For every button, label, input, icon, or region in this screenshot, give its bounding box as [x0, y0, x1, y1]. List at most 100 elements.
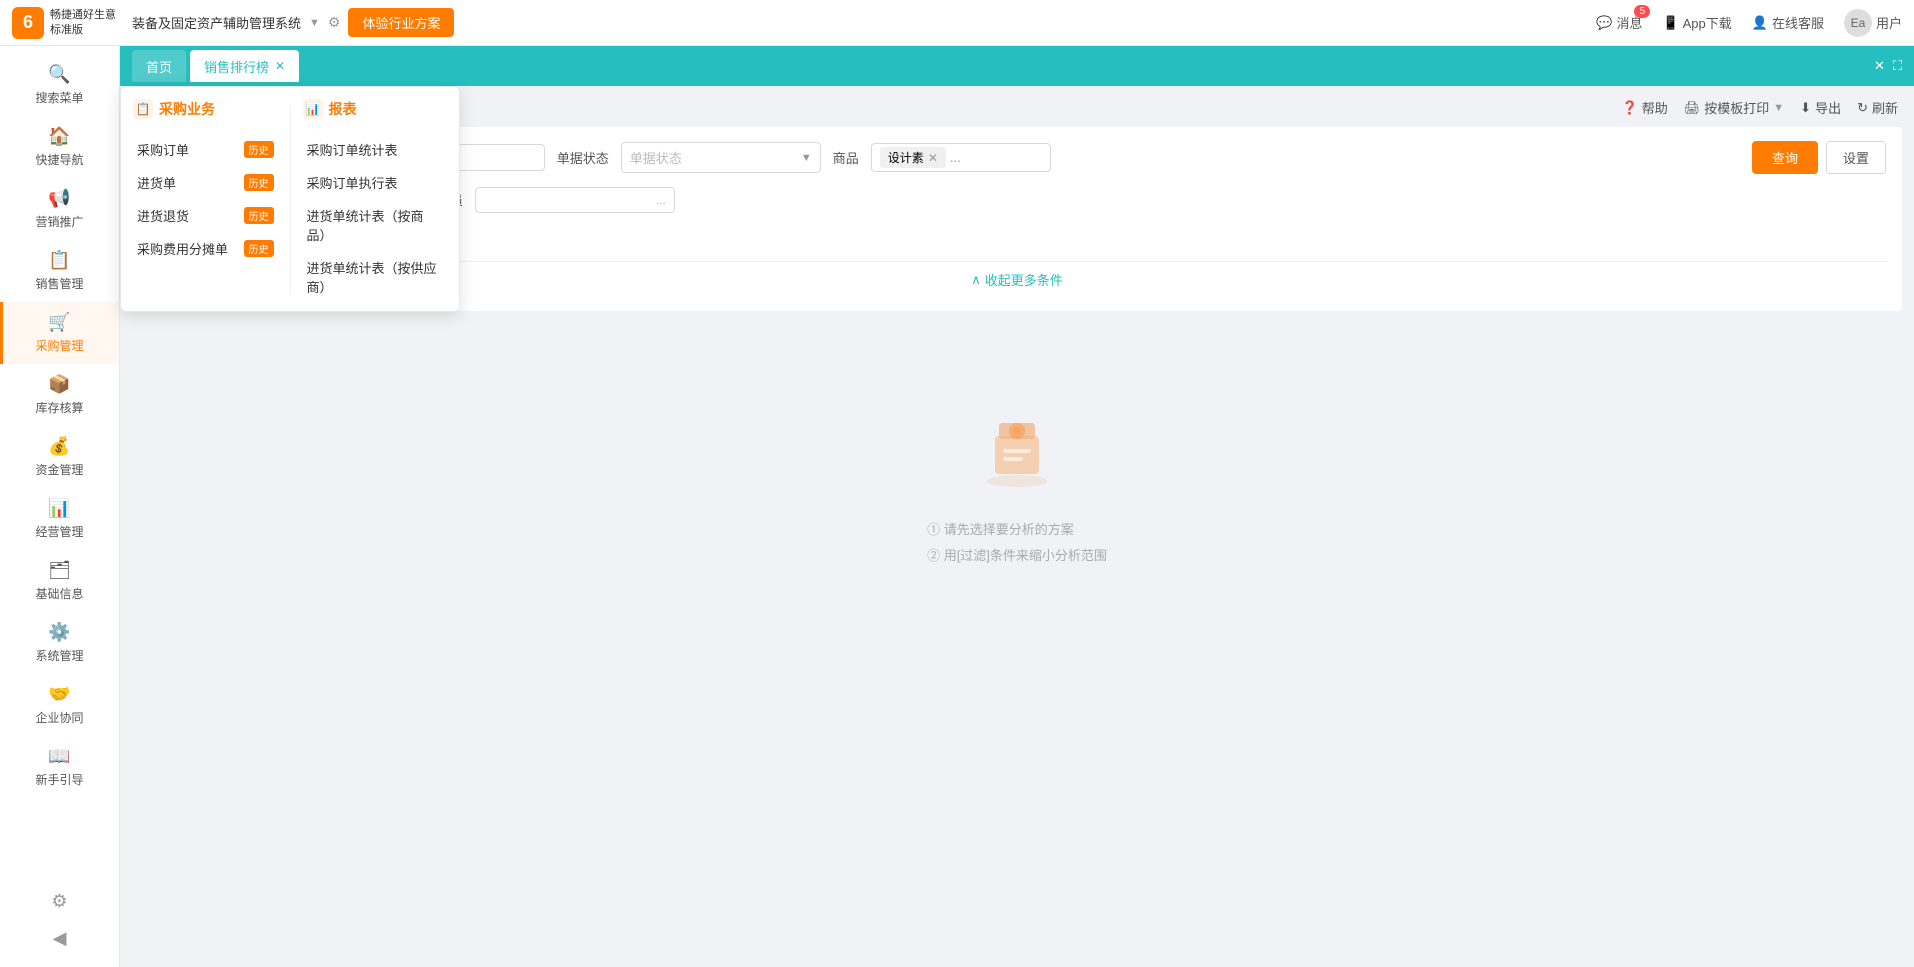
status-select[interactable]: 单据状态 ▼ — [621, 142, 821, 173]
online-service-btn[interactable]: 👤 在线客服 — [1752, 13, 1824, 32]
message-btn[interactable]: 💬 消息 5 — [1596, 13, 1642, 32]
tab-sales-rank[interactable]: 销售排行榜 ✕ — [190, 50, 299, 82]
sidebar-item-label-guide: 新手引导 — [35, 771, 83, 788]
sidebar-bottom: ⚙ ◀ — [0, 883, 119, 967]
history-badge-2: 历史 — [244, 207, 274, 224]
status-arrow-icon: ▼ — [801, 152, 812, 164]
menu-item-inbound-stats-supplier[interactable]: 进货单统计表（按供应商） — [303, 251, 448, 303]
avatar: Ea — [1844, 9, 1872, 37]
menu-item-inbound-stats-goods[interactable]: 进货单统计表（按商品） — [303, 199, 448, 251]
sidebar-item-label-search: 搜索菜单 — [35, 89, 83, 106]
empty-illustration — [967, 401, 1067, 501]
menu-item-purchase-order[interactable]: 采购订单 历史 — [133, 133, 278, 166]
sidebar-item-quicknav[interactable]: 🏠 快捷导航 — [0, 116, 119, 178]
setting-btn[interactable]: 设置 — [1826, 141, 1886, 174]
system-gear-icon[interactable]: ⚙ — [328, 14, 341, 31]
sidebar-item-system[interactable]: ⚙️ 系统管理 — [0, 612, 119, 674]
service-label: 在线客服 — [1772, 13, 1824, 32]
menu-item-inbound[interactable]: 进货单 历史 — [133, 166, 278, 199]
print-label: 按模板打印 — [1704, 98, 1769, 117]
sidebar-item-enterprise[interactable]: 🤝 企业协同 — [0, 674, 119, 736]
tab-close-all-icon[interactable]: ✕ — [1874, 58, 1885, 74]
enterprise-icon: 🤝 — [48, 684, 70, 705]
dropdown-menu: 📋 采购业务 采购订单 历史 进货单 历史 进货退货 历史 采购费用分摊单 历史 — [120, 86, 460, 312]
query-btn[interactable]: 查询 — [1752, 141, 1818, 174]
salesman-select[interactable]: ... — [475, 187, 675, 213]
sidebar-item-finance[interactable]: 💰 资金管理 — [0, 426, 119, 488]
history-badge-1: 历史 — [244, 174, 274, 191]
marketing-icon: 📢 — [48, 188, 70, 209]
help-label: 帮助 — [1642, 98, 1668, 117]
top-bar: 6 畅捷通好生意 标准版 装备及固定资产辅助管理系统 ▼ ⚙ 体验行业方案 💬 … — [0, 0, 1914, 46]
basicinfo-icon: 🗂 — [48, 560, 71, 581]
export-btn[interactable]: ⬇ 导出 — [1800, 98, 1841, 117]
guide-icon: 📖 — [48, 746, 70, 767]
sidebar-item-guide[interactable]: 📖 新手引导 — [0, 736, 119, 798]
sidebar-item-inventory[interactable]: 📦 库存核算 — [0, 364, 119, 426]
history-badge-0: 历史 — [244, 141, 274, 158]
refresh-btn[interactable]: ↻ 刷新 — [1857, 98, 1898, 117]
menu-item-order-exec[interactable]: 采购订单执行表 — [303, 166, 448, 199]
logo-icon: 6 — [12, 7, 44, 39]
system-area: 装备及固定资产辅助管理系统 ▼ ⚙ 体验行业方案 — [132, 8, 1596, 37]
app-icon: 📱 — [1662, 15, 1678, 31]
home-icon: 🏠 — [48, 126, 70, 147]
sidebar-item-label-inventory: 库存核算 — [35, 399, 83, 416]
dropdown-col2-title: 📊 报表 — [303, 99, 448, 123]
system-arrow-icon[interactable]: ▼ — [309, 17, 320, 29]
message-icon: 💬 — [1596, 15, 1612, 31]
logo-text: 畅捷通好生意 标准版 — [50, 8, 116, 37]
purchase-icon: 🛒 — [48, 312, 70, 333]
tab-close-icon[interactable]: ✕ — [275, 59, 285, 73]
sidebar-item-label-purchase: 采购管理 — [35, 337, 83, 354]
app-download-btn[interactable]: 📱 App下载 — [1662, 13, 1731, 32]
print-btn[interactable]: 🖨 按模板打印 ▼ — [1684, 98, 1784, 117]
tab-expand-icon[interactable]: ⛶ — [1893, 58, 1902, 74]
sidebar-item-basicinfo[interactable]: 🗂 基础信息 — [0, 550, 119, 612]
system-icon: ⚙️ — [48, 622, 70, 643]
sidebar-item-label-quicknav: 快捷导航 — [35, 151, 83, 168]
print-arrow-icon: ▼ — [1773, 102, 1784, 114]
report-menu-icon: 📊 — [303, 99, 323, 119]
sidebar-item-sales[interactable]: 📋 销售管理 — [0, 240, 119, 302]
goods-tag: 设计素 ✕ — [880, 147, 946, 168]
search-icon: 🔍 — [48, 64, 70, 85]
sidebar-item-label-system: 系统管理 — [35, 647, 83, 664]
collapse-icon: ∧ — [971, 272, 981, 288]
sidebar-item-label-enterprise: 企业协同 — [35, 709, 83, 726]
menu-item-expense[interactable]: 采购费用分摊单 历史 — [133, 232, 278, 265]
sidebar-item-marketing[interactable]: 📢 营销推广 — [0, 178, 119, 240]
user-area[interactable]: Ea 用户 — [1844, 9, 1902, 37]
goods-tag-close-icon[interactable]: ✕ — [928, 151, 938, 165]
menu-item-return[interactable]: 进货退货 历史 — [133, 199, 278, 232]
sidebar-item-purchase[interactable]: 🛒 采购管理 — [0, 302, 119, 364]
tab-home-label: 首页 — [146, 57, 172, 76]
industry-btn[interactable]: 体验行业方案 — [348, 8, 454, 37]
purchase-menu-icon: 📋 — [133, 99, 153, 119]
dropdown-col-purchase: 📋 采购业务 采购订单 历史 进货单 历史 进货退货 历史 采购费用分摊单 历史 — [121, 99, 290, 303]
refresh-icon: ↻ — [1857, 100, 1868, 116]
dropdown-col-report: 📊 报表 采购订单统计表 采购订单执行表 进货单统计表（按商品） 进货单统计表（… — [291, 99, 460, 303]
app-label: App下载 — [1683, 13, 1732, 32]
sidebar-collapse-btn[interactable]: ◀ — [0, 920, 119, 957]
tab-home[interactable]: 首页 — [132, 50, 186, 82]
goods-ellipsis[interactable]: ... — [950, 150, 961, 165]
refresh-label: 刷新 — [1872, 98, 1898, 117]
goods-label: 商品 — [833, 148, 859, 167]
sidebar-collapse-icon: ◀ — [53, 928, 67, 949]
export-label: 导出 — [1815, 98, 1841, 117]
help-btn[interactable]: ❓ 帮助 — [1622, 98, 1668, 117]
sidebar-item-operation[interactable]: 📊 经营管理 — [0, 488, 119, 550]
sidebar-item-search[interactable]: 🔍 搜索菜单 — [0, 54, 119, 116]
salesman-ellipsis: ... — [656, 193, 666, 207]
dropdown-cols: 📋 采购业务 采购订单 历史 进货单 历史 进货退货 历史 采购费用分摊单 历史 — [121, 99, 459, 303]
status-label: 单据状态 — [557, 148, 609, 167]
top-bar-right: 💬 消息 5 📱 App下载 👤 在线客服 Ea 用户 — [1596, 9, 1902, 37]
menu-item-order-stats[interactable]: 采购订单统计表 — [303, 133, 448, 166]
tab-bar-right: ✕ ⛶ — [1874, 58, 1902, 74]
message-badge: 5 — [1634, 5, 1650, 18]
empty-state: ① 请先选择要分析的方案 ② 用[过滤]条件来缩小分析范围 — [132, 321, 1902, 649]
sidebar-item-label-finance: 资金管理 — [35, 461, 83, 478]
sidebar-item-label-marketing: 营销推广 — [35, 213, 83, 230]
sidebar-settings-btn[interactable]: ⚙ — [0, 883, 119, 920]
